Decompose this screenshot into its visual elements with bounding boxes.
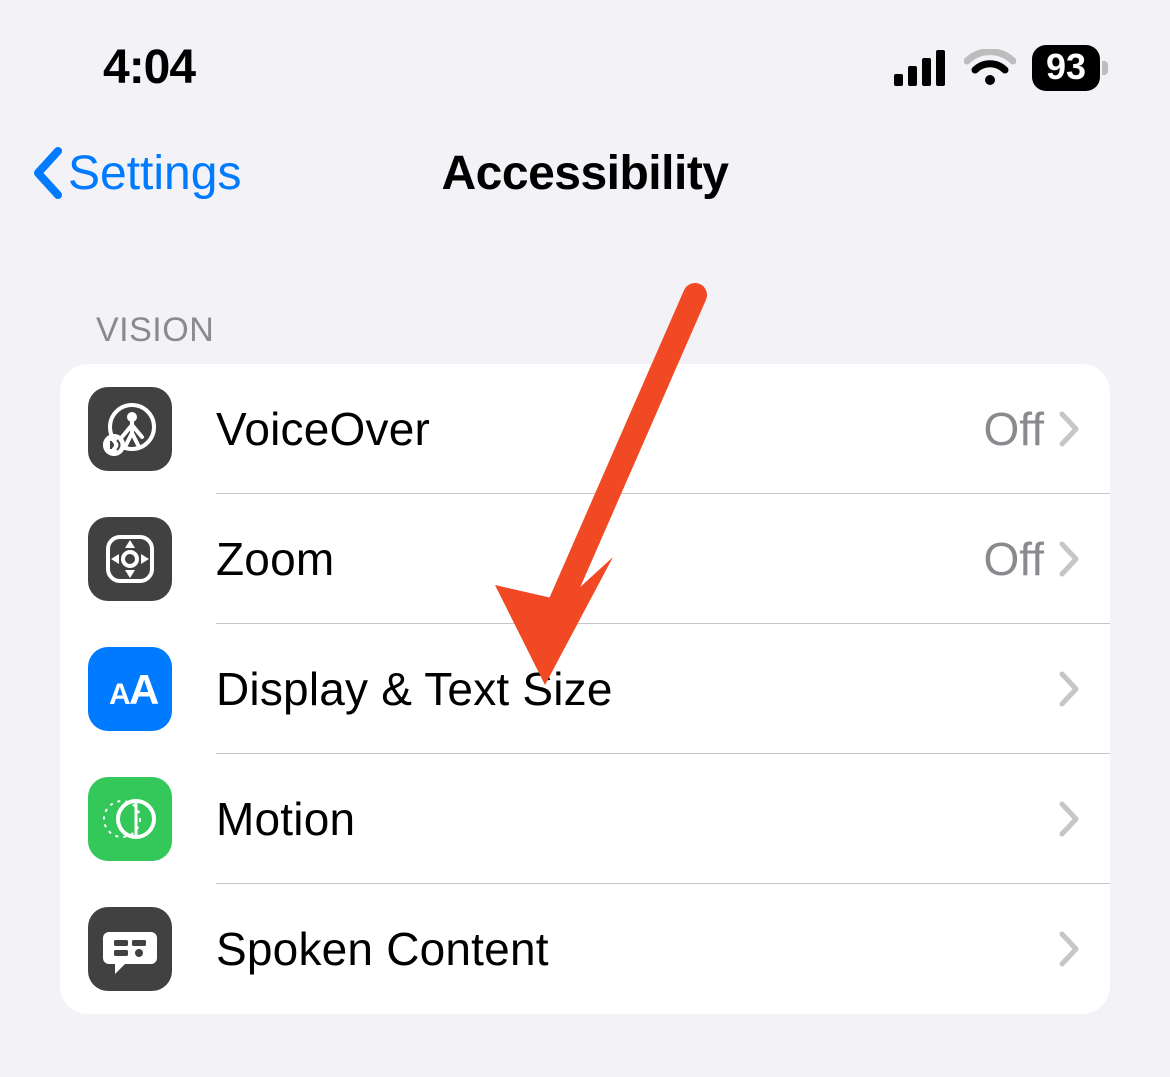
page-title: Accessibility (442, 146, 729, 201)
svg-text:A: A (109, 678, 131, 711)
row-spoken-content[interactable]: Spoken Content (60, 884, 1110, 1014)
list-group-vision: VoiceOver Off Zoom Off A (60, 364, 1110, 1014)
chevron-right-icon (1058, 670, 1082, 708)
status-time: 4:04 (103, 40, 195, 95)
chevron-right-icon (1058, 930, 1082, 968)
row-label: Spoken Content (216, 922, 1044, 976)
nav-bar: Settings Accessibility (0, 105, 1170, 241)
back-label: Settings (68, 146, 241, 201)
wifi-icon (964, 49, 1016, 87)
chevron-left-icon (30, 145, 64, 201)
svg-text:A: A (129, 666, 159, 713)
row-label: Display & Text Size (216, 662, 1044, 716)
row-value: Off (983, 532, 1044, 586)
chevron-right-icon (1058, 800, 1082, 838)
row-motion[interactable]: Motion (60, 754, 1110, 884)
row-label: VoiceOver (216, 402, 983, 456)
spoken-content-icon (88, 907, 172, 991)
battery-indicator: 93 (1032, 45, 1100, 91)
text-size-icon: A A (88, 647, 172, 731)
row-label: Zoom (216, 532, 983, 586)
row-value: Off (983, 402, 1044, 456)
row-voiceover[interactable]: VoiceOver Off (60, 364, 1110, 494)
zoom-icon (88, 517, 172, 601)
row-display-text-size[interactable]: A A Display & Text Size (60, 624, 1110, 754)
back-button[interactable]: Settings (30, 145, 241, 201)
row-label: Motion (216, 792, 1044, 846)
status-indicators: 93 (894, 45, 1100, 91)
chevron-right-icon (1058, 410, 1082, 448)
row-zoom[interactable]: Zoom Off (60, 494, 1110, 624)
chevron-right-icon (1058, 540, 1082, 578)
status-bar: 4:04 93 (0, 0, 1170, 105)
section-header-vision: VISION (0, 241, 1170, 364)
motion-icon (88, 777, 172, 861)
cellular-signal-icon (894, 50, 948, 86)
voiceover-icon (88, 387, 172, 471)
